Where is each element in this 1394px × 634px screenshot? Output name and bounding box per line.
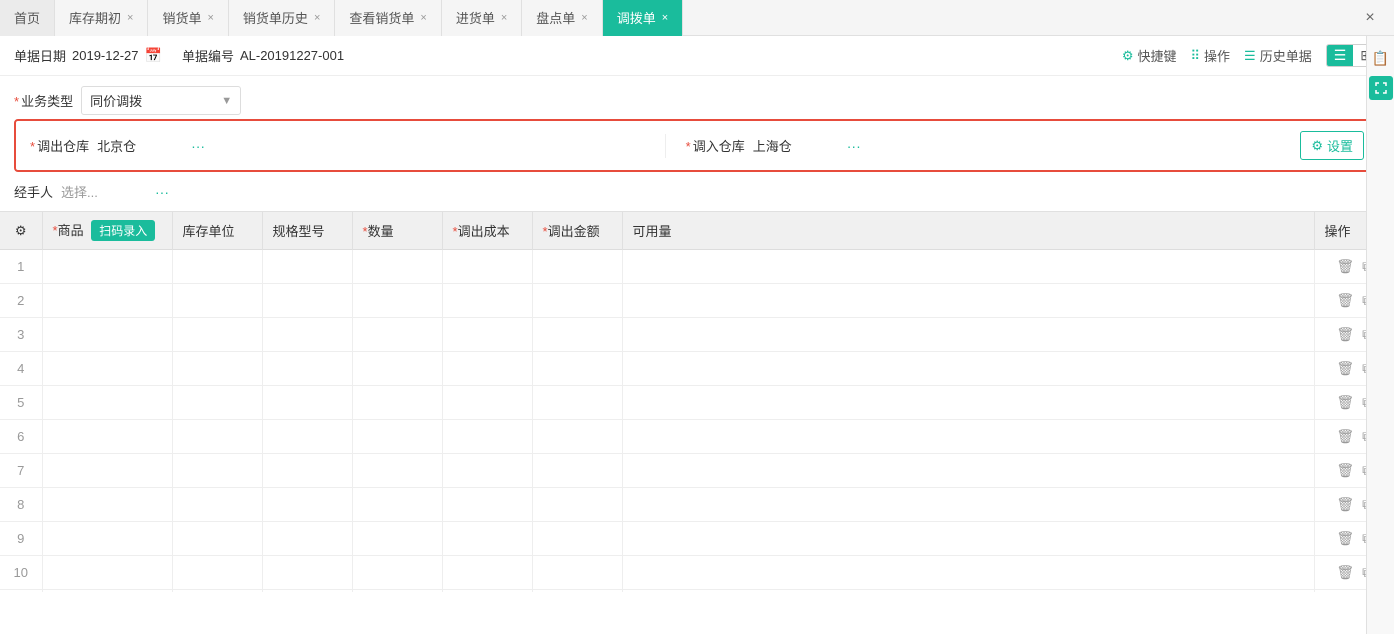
person-label: 经手人: [14, 182, 53, 201]
delete-icon[interactable]: 🗑: [1336, 394, 1354, 411]
warehouse-in-value: 上海仓: [753, 136, 833, 155]
table-row: 6🗑⧉: [0, 420, 1394, 454]
tab-close-inventory-init[interactable]: ×: [127, 12, 133, 24]
tab-stocktake[interactable]: 盘点单 ×: [522, 0, 602, 36]
tab-bar-end: ×: [1356, 4, 1394, 32]
warehouse-out-more[interactable]: ···: [191, 138, 205, 154]
delete-icon[interactable]: 🗑: [1336, 496, 1354, 513]
scan-button[interactable]: 扫码录入: [91, 220, 155, 241]
table-row: 9🗑⧉: [0, 522, 1394, 556]
table-row: 5🗑⧉: [0, 386, 1394, 420]
shortcuts-icon: ⚙: [1122, 48, 1134, 64]
expand-panel-icon[interactable]: [1369, 76, 1393, 100]
th-qty: *数量: [352, 212, 442, 250]
table-row: 1🗑⧉: [0, 250, 1394, 284]
table-row: 8🗑⧉: [0, 488, 1394, 522]
delete-icon[interactable]: 🗑: [1336, 462, 1354, 479]
table-scroll[interactable]: ⚙ *商品 扫码录入 库存单位 规格型号 *数量 *调出成本 *调出金额 可用量…: [0, 212, 1394, 592]
table-row: 7🗑⧉: [0, 454, 1394, 488]
tab-sales-order[interactable]: 销货单 ×: [148, 0, 228, 36]
tab-transfer[interactable]: 调拨单 ×: [603, 0, 683, 36]
doc-no-label: 单据编号: [182, 46, 234, 65]
table-row: 2🗑⧉: [0, 284, 1394, 318]
tab-view-sales[interactable]: 查看销货单 ×: [335, 0, 441, 36]
tab-close-sales-history[interactable]: ×: [314, 12, 320, 24]
tab-bar: 首页 库存期初 × 销货单 × 销货单历史 × 查看销货单 × 进货单 × 盘点…: [0, 0, 1394, 36]
note-panel-icon[interactable]: 📋: [1369, 46, 1393, 70]
delete-icon[interactable]: 🗑: [1336, 258, 1354, 275]
tab-close-view-sales[interactable]: ×: [420, 12, 426, 24]
tab-close-stocktake[interactable]: ×: [581, 12, 587, 24]
tab-sales-history[interactable]: 销货单历史 ×: [229, 0, 335, 36]
table-row: 10🗑⧉: [0, 556, 1394, 590]
doc-date-value: 2019-12-27: [72, 48, 139, 63]
warehouse-in-label: *调入仓库: [686, 136, 745, 155]
th-gear[interactable]: ⚙: [0, 212, 42, 250]
history-link[interactable]: ☰ 历史单据: [1244, 46, 1312, 65]
main-table: ⚙ *商品 扫码录入 库存单位 规格型号 *数量 *调出成本 *调出金额 可用量…: [0, 212, 1394, 592]
table-row: 4🗑⧉: [0, 352, 1394, 386]
delete-icon[interactable]: 🗑: [1336, 564, 1354, 581]
th-spec: 规格型号: [262, 212, 352, 250]
actions-link[interactable]: ⠿ 操作: [1190, 46, 1230, 65]
person-more[interactable]: ···: [155, 184, 169, 200]
delete-icon[interactable]: 🗑: [1336, 360, 1354, 377]
business-type-row: *业务类型 同价调拨 ▼: [0, 76, 1394, 119]
history-icon: ☰: [1244, 48, 1256, 64]
tab-home[interactable]: 首页: [0, 0, 55, 36]
header-left: 单据日期 2019-12-27 📅 单据编号 AL-20191227-001: [14, 46, 1122, 65]
shortcuts-link[interactable]: ⚙ 快捷键: [1122, 46, 1177, 65]
delete-icon[interactable]: 🗑: [1336, 326, 1354, 343]
delete-icon[interactable]: 🗑: [1336, 530, 1354, 547]
delete-icon[interactable]: 🗑: [1336, 292, 1354, 309]
gear-icon[interactable]: ⚙: [15, 223, 27, 238]
th-goods: *商品 扫码录入: [42, 212, 172, 250]
warehouse-out-label: *调出仓库: [30, 136, 89, 155]
table-body: 1🗑⧉ 2🗑⧉ 3🗑⧉ 4🗑⧉ 5🗑⧉ 6🗑⧉ 7🗑⧉ 8🗑⧉ 9🗑⧉ 10🗑⧉…: [0, 250, 1394, 593]
tab-close-purchase-order[interactable]: ×: [501, 12, 507, 24]
tab-close-transfer[interactable]: ×: [662, 12, 668, 24]
header-right: ⚙ 快捷键 ⠿ 操作 ☰ 历史单据 ☰ ⊞: [1122, 44, 1380, 67]
actions-icon: ⠿: [1190, 48, 1200, 64]
settings-btn-wrapper: ⚙ 设置: [1300, 131, 1364, 160]
table-row: 3🗑⧉: [0, 318, 1394, 352]
table-row: 11🗑⧉: [0, 590, 1394, 593]
calendar-icon[interactable]: 📅: [145, 47, 162, 64]
warehouse-in-group: *调入仓库 上海仓 ···: [686, 136, 1301, 155]
window-close-button[interactable]: ×: [1356, 4, 1384, 32]
chevron-down-icon: ▼: [221, 95, 232, 107]
warehouse-section: *调出仓库 北京仓 ··· *调入仓库 上海仓 ··· ⚙ 设置: [14, 119, 1380, 172]
right-panel: 📋: [1366, 36, 1394, 634]
doc-date-field: 单据日期 2019-12-27 📅: [14, 46, 162, 65]
th-unit: 库存单位: [172, 212, 262, 250]
doc-no-field: 单据编号 AL-20191227-001: [182, 46, 344, 65]
delete-icon[interactable]: 🗑: [1336, 428, 1354, 445]
header-area: 单据日期 2019-12-27 📅 单据编号 AL-20191227-001 ⚙…: [0, 36, 1394, 76]
settings-button[interactable]: ⚙ 设置: [1300, 131, 1364, 160]
th-cost: *调出成本: [442, 212, 532, 250]
settings-icon: ⚙: [1311, 138, 1323, 154]
person-row: 经手人 选择... ···: [0, 182, 1394, 211]
person-select[interactable]: 选择...: [61, 182, 141, 201]
business-type-select[interactable]: 同价调拨 ▼: [81, 86, 241, 115]
business-type-label: *业务类型: [14, 91, 73, 110]
warehouse-out-value: 北京仓: [97, 136, 177, 155]
warehouse-divider: [665, 134, 666, 158]
table-header-row: ⚙ *商品 扫码录入 库存单位 规格型号 *数量 *调出成本 *调出金额 可用量…: [0, 212, 1394, 250]
doc-no-value: AL-20191227-001: [240, 48, 344, 63]
view-toggle-list[interactable]: ☰: [1327, 45, 1354, 66]
tab-purchase-order[interactable]: 进货单 ×: [442, 0, 522, 36]
th-amount: *调出金额: [532, 212, 622, 250]
tab-inventory-init[interactable]: 库存期初 ×: [55, 0, 148, 36]
th-avail: 可用量: [622, 212, 1314, 250]
doc-date-label: 单据日期: [14, 46, 66, 65]
business-type-group: *业务类型 同价调拨 ▼: [14, 86, 1380, 115]
warehouse-in-more[interactable]: ···: [847, 138, 861, 154]
tab-close-sales-order[interactable]: ×: [207, 12, 213, 24]
table-container: ⚙ *商品 扫码录入 库存单位 规格型号 *数量 *调出成本 *调出金额 可用量…: [0, 211, 1394, 592]
warehouse-out-group: *调出仓库 北京仓 ···: [30, 136, 645, 155]
